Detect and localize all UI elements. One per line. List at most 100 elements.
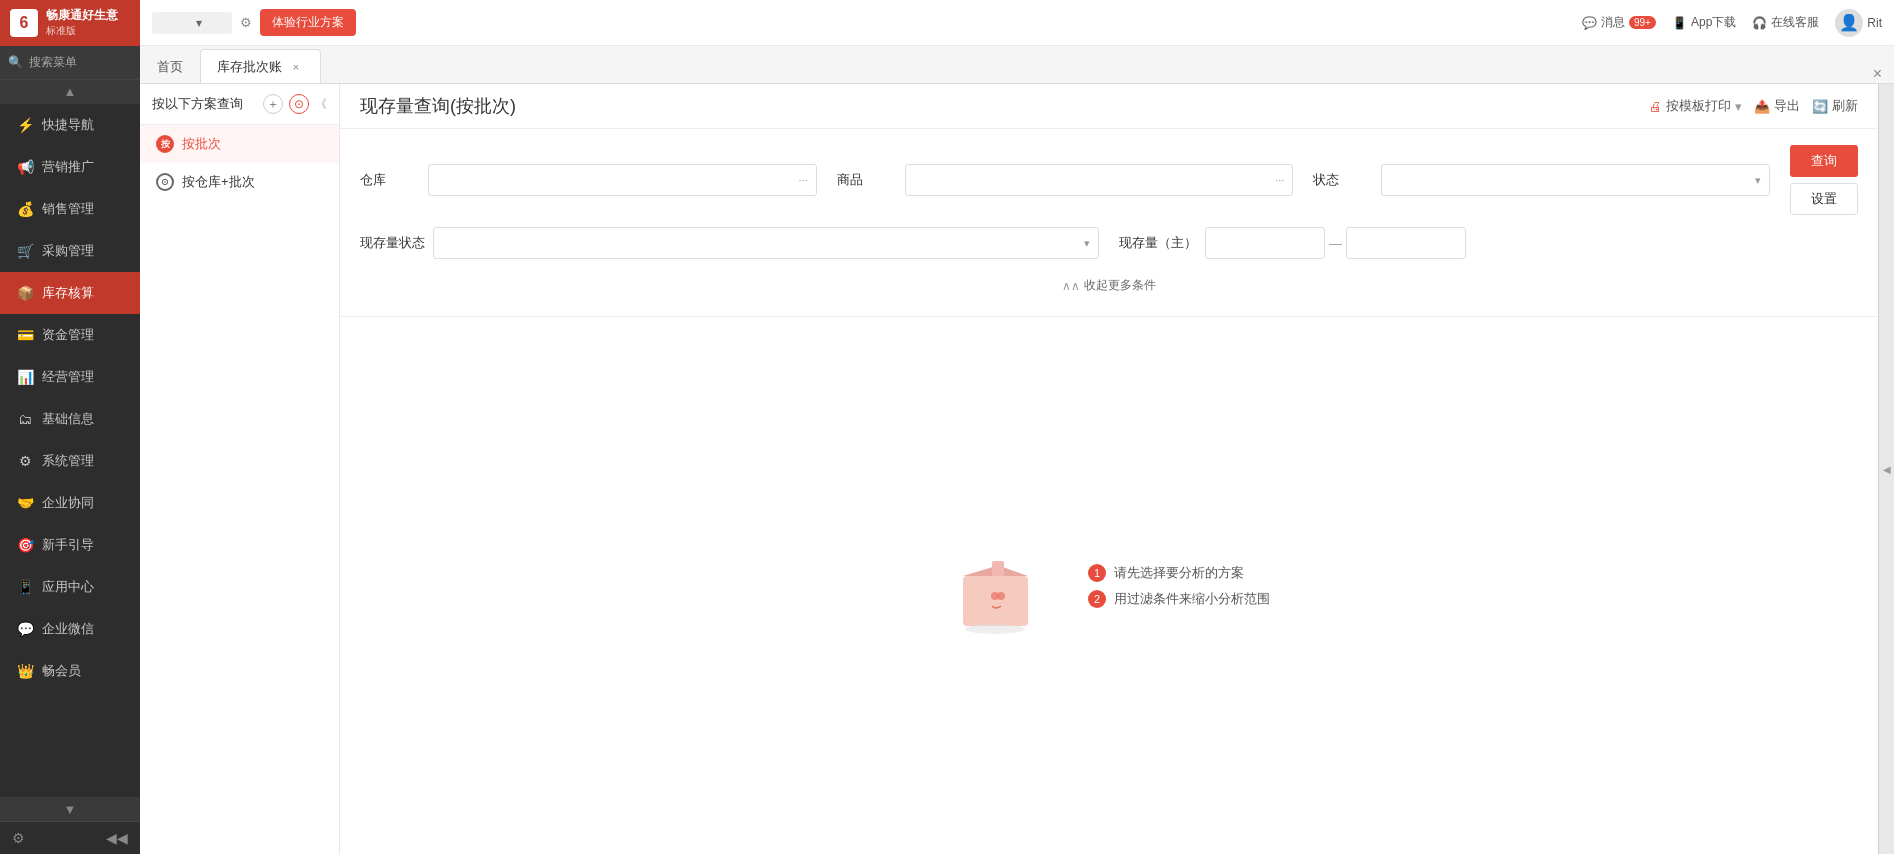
tab-home[interactable]: 首页 xyxy=(140,49,200,83)
content-area: 按以下方案查询 ＋ ⊙ 《 按 按批次 ⊙ 按仓库+批次 现存量查询(按批次) xyxy=(140,84,1894,854)
app-download-icon: 📱 xyxy=(1672,16,1687,30)
message-icon: 💬 xyxy=(1582,16,1597,30)
inventory-status-select[interactable]: ▾ xyxy=(433,227,1099,259)
scroll-down-btn[interactable]: ▼ xyxy=(0,797,140,821)
scheme-item-by-warehouse-batch[interactable]: ⊙ 按仓库+批次 xyxy=(140,163,339,201)
status-select[interactable]: ▾ xyxy=(1381,164,1770,196)
avatar: 👤 xyxy=(1835,9,1863,37)
export-label: 导出 xyxy=(1774,97,1800,115)
inventory-qty-max-input[interactable] xyxy=(1346,227,1466,259)
nav-label-operations: 经营管理 xyxy=(42,368,94,386)
settings-btn[interactable]: 设置 xyxy=(1790,183,1858,215)
sidebar-item-system[interactable]: ⚙ 系统管理 xyxy=(0,440,140,482)
tip-item-1: 1 请先选择要分析的方案 xyxy=(1088,564,1270,582)
warehouse-label: 仓库 xyxy=(360,171,420,189)
app-logo: 6 xyxy=(10,9,38,37)
topbar-settings-icon[interactable]: ⚙ xyxy=(240,15,252,30)
username: Rit xyxy=(1867,16,1882,30)
sidebar-search[interactable]: 🔍 搜索菜单 xyxy=(0,46,140,80)
message-action[interactable]: 💬 消息 99+ xyxy=(1582,14,1656,31)
nav-icon-marketing: 📢 xyxy=(16,158,34,176)
product-more-icon: ··· xyxy=(1275,174,1284,186)
export-btn[interactable]: 📤 导出 xyxy=(1754,97,1800,115)
product-input[interactable]: ··· xyxy=(905,164,1294,196)
app-name: 畅康通好生意 xyxy=(46,8,118,24)
filter-scheme-title: 按以下方案查询 xyxy=(152,95,243,113)
sidebar-item-purchase[interactable]: 🛒 采购管理 xyxy=(0,230,140,272)
app-download-action[interactable]: 📱 App下载 xyxy=(1672,14,1736,31)
tab-close-btn[interactable]: × xyxy=(288,59,304,75)
nav-icon-purchase: 🛒 xyxy=(16,242,34,260)
sidebar-item-guide[interactable]: 🎯 新手引导 xyxy=(0,524,140,566)
settings-icon[interactable]: ⚙ xyxy=(12,830,25,846)
nav-label-inventory: 库存核算 xyxy=(42,284,94,302)
collapse-more-btn[interactable]: ∧∧ 收起更多条件 xyxy=(360,271,1858,300)
sidebar-item-wechat[interactable]: 💬 企业微信 xyxy=(0,608,140,650)
filter-scheme-header: 按以下方案查询 ＋ ⊙ 《 xyxy=(140,84,339,125)
sidebar-item-app-center[interactable]: 📱 应用中心 xyxy=(0,566,140,608)
scheme-item-by-batch[interactable]: 按 按批次 xyxy=(140,125,339,163)
scheme-settings-btn[interactable]: ⊙ xyxy=(289,94,309,114)
user-action[interactable]: 👤 Rit xyxy=(1835,9,1882,37)
nav-icon-enterprise: 🤝 xyxy=(16,494,34,512)
refresh-btn[interactable]: 🔄 刷新 xyxy=(1812,97,1858,115)
online-service-action[interactable]: 🎧 在线客服 xyxy=(1752,14,1819,31)
filter-row-1: 仓库 ··· 商品 ··· 状态 xyxy=(360,145,1858,215)
nav-label-system: 系统管理 xyxy=(42,452,94,470)
trial-btn[interactable]: 体验行业方案 xyxy=(260,9,356,36)
main-wrap: ▾ ⚙ 体验行业方案 💬 消息 99+ 📱 App下载 🎧 在线客服 👤 xyxy=(140,0,1894,854)
scroll-up-btn[interactable]: ▲ xyxy=(0,80,140,104)
sidebar-item-sales[interactable]: 💰 销售管理 xyxy=(0,188,140,230)
breadcrumb-text xyxy=(162,16,192,30)
add-scheme-btn[interactable]: ＋ xyxy=(263,94,283,114)
collapse-panel-btn[interactable]: 《 xyxy=(315,96,327,113)
print-label: 按模板打印 xyxy=(1666,97,1731,115)
nav-icon-sales: 💰 xyxy=(16,200,34,218)
avatar-icon: 👤 xyxy=(1839,13,1859,32)
scheme-by-wh-batch-icon: ⊙ xyxy=(156,173,174,191)
app-title-wrap: 畅康通好生意 标准版 xyxy=(46,8,118,38)
inventory-qty-label: 现存量（主） xyxy=(1119,234,1197,252)
nav-icon-finance: 💳 xyxy=(16,326,34,344)
empty-svg-illustration xyxy=(948,536,1048,636)
online-service-label: 在线客服 xyxy=(1771,14,1819,31)
product-field: 商品 ··· xyxy=(837,164,1294,196)
nav-icon-member: 👑 xyxy=(16,662,34,680)
inventory-qty-field: 现存量（主） — xyxy=(1119,227,1858,259)
sidebar-item-finance[interactable]: 💳 资金管理 xyxy=(0,314,140,356)
topbar-right: 💬 消息 99+ 📱 App下载 🎧 在线客服 👤 Rit xyxy=(1582,9,1882,37)
sidebar-item-marketing[interactable]: 📢 营销推广 xyxy=(0,146,140,188)
svg-marker-2 xyxy=(1000,566,1028,576)
nav-label-basic: 基础信息 xyxy=(42,410,94,428)
refresh-icon: 🔄 xyxy=(1812,99,1828,114)
nav-label-sales: 销售管理 xyxy=(42,200,94,218)
filter-row-2: 现存量状态 ▾ 现存量（主） — xyxy=(360,227,1858,259)
sidebar-bottom: ⚙ ◀◀ xyxy=(0,821,140,854)
query-btn[interactable]: 查询 xyxy=(1790,145,1858,177)
refresh-label: 刷新 xyxy=(1832,97,1858,115)
tip-text-1: 请先选择要分析的方案 xyxy=(1114,564,1244,582)
warehouse-input[interactable]: ··· xyxy=(428,164,817,196)
sidebar-item-member[interactable]: 👑 畅会员 xyxy=(0,650,140,692)
sidebar-item-inventory[interactable]: 📦 库存核算 xyxy=(0,272,140,314)
sidebar-item-basic[interactable]: 🗂 基础信息 xyxy=(0,398,140,440)
tab-panel-close-btn[interactable]: × xyxy=(1861,65,1894,83)
print-btn[interactable]: 🖨 按模板打印 ▾ xyxy=(1649,97,1742,115)
nav-label-enterprise: 企业协同 xyxy=(42,494,94,512)
filter-area: 仓库 ··· 商品 ··· 状态 xyxy=(340,129,1878,317)
sidebar-item-operations[interactable]: 📊 经营管理 xyxy=(0,356,140,398)
empty-state-content: 1 请先选择要分析的方案 2 用过滤条件来缩小分析范围 xyxy=(948,536,1270,636)
sidebar-item-quick-nav[interactable]: ⚡ 快捷导航 xyxy=(0,104,140,146)
svg-point-5 xyxy=(997,592,1005,600)
collapse-sidebar-btn[interactable]: ◀◀ xyxy=(106,830,128,846)
topbar: ▾ ⚙ 体验行业方案 💬 消息 99+ 📱 App下载 🎧 在线客服 👤 xyxy=(140,0,1894,46)
right-edge-tab[interactable]: ◀ xyxy=(1878,84,1894,854)
nav-label-app-center: 应用中心 xyxy=(42,578,94,596)
svg-point-6 xyxy=(965,624,1025,634)
nav-icon-quick-nav: ⚡ xyxy=(16,116,34,134)
tab-inventory-batch[interactable]: 库存批次账 × xyxy=(200,49,321,83)
sidebar-item-enterprise[interactable]: 🤝 企业协同 xyxy=(0,482,140,524)
nav-label-wechat: 企业微信 xyxy=(42,620,94,638)
nav-icon-wechat: 💬 xyxy=(16,620,34,638)
inventory-qty-min-input[interactable] xyxy=(1205,227,1325,259)
